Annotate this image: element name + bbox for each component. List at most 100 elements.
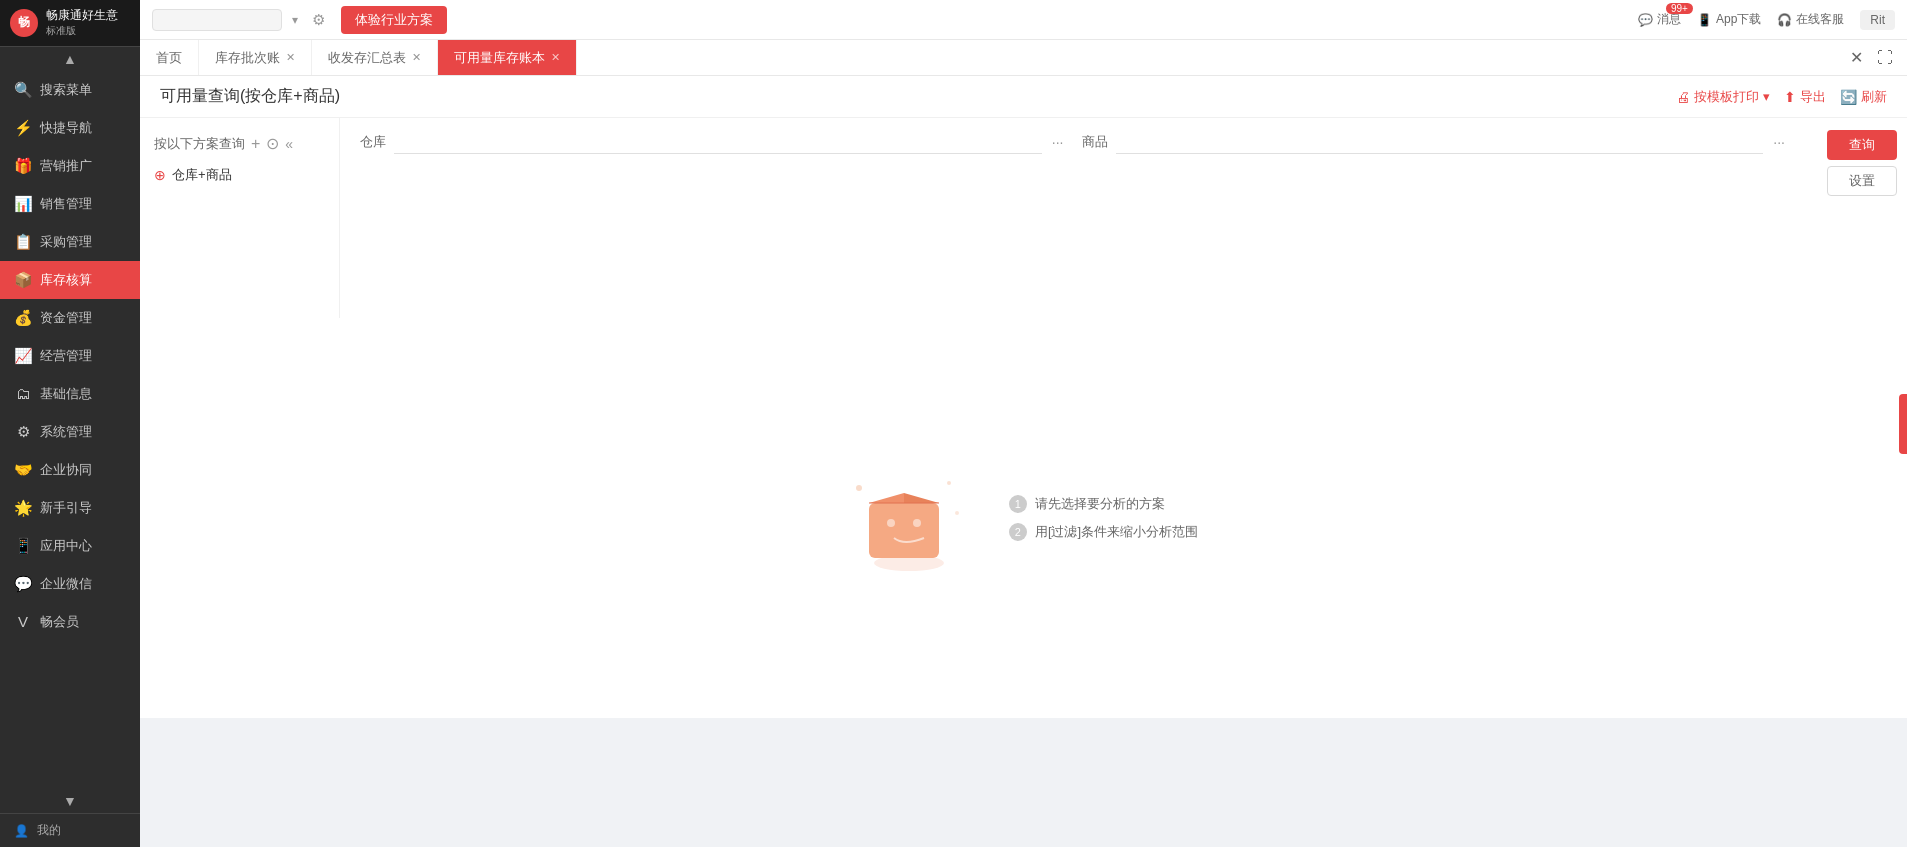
- sidebar-item-0[interactable]: 🔍 搜索菜单: [0, 71, 140, 109]
- sidebar-label-0: 搜索菜单: [40, 81, 92, 99]
- print-label: 按模板打印: [1694, 88, 1759, 106]
- scheme-settings-btn[interactable]: ⊙: [266, 134, 279, 153]
- sidebar-item-12[interactable]: 📱 应用中心: [0, 527, 140, 565]
- page-header-actions: 🖨 按模板打印 ▾ ⬆ 导出 🔄 刷新: [1676, 88, 1887, 106]
- sidebar-item-1[interactable]: ⚡ 快捷导航: [0, 109, 140, 147]
- topbar-gear-icon[interactable]: ⚙: [312, 11, 325, 29]
- settings-btn[interactable]: 设置: [1827, 166, 1897, 196]
- warehouse-input[interactable]: [394, 130, 1042, 154]
- tabbar-expand-btn[interactable]: ⛶: [1873, 45, 1897, 71]
- sidebar-item-2[interactable]: 🎁 营销推广: [0, 147, 140, 185]
- tab-summary-label: 收发存汇总表: [328, 49, 406, 67]
- sidebar-footer-icon: 👤: [14, 824, 29, 838]
- empty-hint-2: 2 用[过滤]条件来缩小分析范围: [1009, 523, 1198, 541]
- sidebar-item-6[interactable]: 💰 资金管理: [0, 299, 140, 337]
- export-btn[interactable]: ⬆ 导出: [1784, 88, 1826, 106]
- query-btn[interactable]: 查询: [1827, 130, 1897, 160]
- topbar-msg[interactable]: 💬 消息 99+: [1638, 11, 1681, 28]
- empty-hint-1: 1 请先选择要分析的方案: [1009, 495, 1198, 513]
- sidebar-label-10: 企业协同: [40, 461, 92, 479]
- app-logo: 畅: [10, 9, 38, 37]
- app-subtitle: 标准版: [46, 24, 118, 38]
- service-icon: 🎧: [1777, 13, 1792, 27]
- sidebar-label-8: 基础信息: [40, 385, 92, 403]
- tab-summary[interactable]: 收发存汇总表 ✕: [312, 40, 438, 75]
- tab-batch-label: 库存批次账: [215, 49, 280, 67]
- tabbar-close-btn[interactable]: ✕: [1846, 44, 1867, 71]
- sidebar-item-14[interactable]: V 畅会员: [0, 603, 140, 641]
- empty-hint-list: 1 请先选择要分析的方案 2 用[过滤]条件来缩小分析范围: [1009, 495, 1198, 541]
- industry-btn[interactable]: 体验行业方案: [341, 6, 447, 34]
- sidebar-nav: 🔍 搜索菜单 ⚡ 快捷导航 🎁 营销推广 📊 销售管理 📋 采购管理 📦 库存核…: [0, 71, 140, 789]
- warehouse-more-btn[interactable]: ···: [1050, 132, 1066, 152]
- empty-illustration: [849, 458, 969, 578]
- main-content: ▾ ⚙ 体验行业方案 💬 消息 99+ 📱 App下载 🎧 在线客服 Rit 首…: [140, 0, 1907, 847]
- export-icon: ⬆: [1784, 89, 1796, 105]
- sidebar-icon-1: ⚡: [14, 119, 32, 137]
- tabbar: 首页 库存批次账 ✕ 收发存汇总表 ✕ 可用量库存账本 ✕ ✕ ⛶: [140, 40, 1907, 76]
- sidebar-icon-11: 🌟: [14, 499, 32, 517]
- sidebar-scroll-up[interactable]: ▲: [0, 47, 140, 71]
- svg-point-9: [955, 511, 959, 515]
- tab-home[interactable]: 首页: [140, 40, 199, 75]
- msg-badge: 99+: [1666, 3, 1693, 14]
- sidebar-item-3[interactable]: 📊 销售管理: [0, 185, 140, 223]
- warehouse-label: 仓库: [360, 133, 386, 151]
- sidebar-label-11: 新手引导: [40, 499, 92, 517]
- tab-available-label: 可用量库存账本: [454, 49, 545, 67]
- sidebar-icon-6: 💰: [14, 309, 32, 327]
- app-icon: 📱: [1697, 13, 1712, 27]
- sidebar-item-10[interactable]: 🤝 企业协同: [0, 451, 140, 489]
- svg-point-6: [913, 519, 921, 527]
- goods-more-btn[interactable]: ···: [1771, 132, 1787, 152]
- goods-label: 商品: [1082, 133, 1108, 151]
- hint2-text: 用[过滤]条件来缩小分析范围: [1035, 523, 1198, 541]
- sidebar-scroll-down[interactable]: ▼: [0, 789, 140, 813]
- query-scheme-sidebar: 按以下方案查询 + ⊙ « ⊕ 仓库+商品: [140, 118, 340, 318]
- tab-home-label: 首页: [156, 49, 182, 67]
- sidebar-item-4[interactable]: 📋 采购管理: [0, 223, 140, 261]
- topbar-service[interactable]: 🎧 在线客服: [1777, 11, 1844, 28]
- refresh-label: 刷新: [1861, 88, 1887, 106]
- sidebar-footer[interactable]: 👤 我的: [0, 813, 140, 847]
- sidebar-item-7[interactable]: 📈 经营管理: [0, 337, 140, 375]
- tab-batch-close[interactable]: ✕: [286, 51, 295, 64]
- right-scroll-handle[interactable]: [1899, 394, 1907, 454]
- tab-available[interactable]: 可用量库存账本 ✕: [438, 40, 577, 75]
- empty-state: 1 请先选择要分析的方案 2 用[过滤]条件来缩小分析范围: [140, 318, 1907, 718]
- sidebar-label-5: 库存核算: [40, 271, 92, 289]
- refresh-btn[interactable]: 🔄 刷新: [1840, 88, 1887, 106]
- sidebar-item-8[interactable]: 🗂 基础信息: [0, 375, 140, 413]
- svg-point-5: [887, 519, 895, 527]
- sidebar-item-9[interactable]: ⚙ 系统管理: [0, 413, 140, 451]
- sidebar-item-5[interactable]: 📦 库存核算: [0, 261, 140, 299]
- topbar-right: 💬 消息 99+ 📱 App下载 🎧 在线客服 Rit: [1638, 10, 1895, 30]
- tabbar-right: ✕ ⛶: [1846, 44, 1907, 71]
- sidebar-item-11[interactable]: 🌟 新手引导: [0, 489, 140, 527]
- print-icon: 🖨: [1676, 89, 1690, 105]
- sidebar-label-1: 快捷导航: [40, 119, 92, 137]
- tab-available-close[interactable]: ✕: [551, 51, 560, 64]
- scheme-item[interactable]: ⊕ 仓库+商品: [140, 159, 339, 191]
- topbar-chevron-icon[interactable]: ▾: [292, 13, 298, 27]
- scheme-collapse-btn[interactable]: «: [285, 136, 293, 152]
- sidebar-icon-9: ⚙: [14, 423, 32, 441]
- sidebar-label-3: 销售管理: [40, 195, 92, 213]
- topbar-search[interactable]: [152, 9, 282, 31]
- hint1-text: 请先选择要分析的方案: [1035, 495, 1165, 513]
- svg-marker-2: [869, 493, 904, 503]
- sidebar-icon-10: 🤝: [14, 461, 32, 479]
- print-btn[interactable]: 🖨 按模板打印 ▾: [1676, 88, 1770, 106]
- tab-batch[interactable]: 库存批次账 ✕: [199, 40, 312, 75]
- page-content: 可用量查询(按仓库+商品) 🖨 按模板打印 ▾ ⬆ 导出 🔄 刷新: [140, 76, 1907, 847]
- query-fields: 仓库 ··· 商品 ···: [340, 118, 1807, 318]
- tab-summary-close[interactable]: ✕: [412, 51, 421, 64]
- page-header: 可用量查询(按仓库+商品) 🖨 按模板打印 ▾ ⬆ 导出 🔄 刷新: [140, 76, 1907, 118]
- topbar-app[interactable]: 📱 App下载: [1697, 11, 1761, 28]
- sidebar-item-13[interactable]: 💬 企业微信: [0, 565, 140, 603]
- goods-input[interactable]: [1116, 130, 1764, 154]
- topbar-user[interactable]: Rit: [1860, 10, 1895, 30]
- page-title: 可用量查询(按仓库+商品): [160, 86, 340, 107]
- scheme-add-btn[interactable]: +: [251, 135, 260, 153]
- warehouse-field: 仓库 ···: [360, 130, 1066, 154]
